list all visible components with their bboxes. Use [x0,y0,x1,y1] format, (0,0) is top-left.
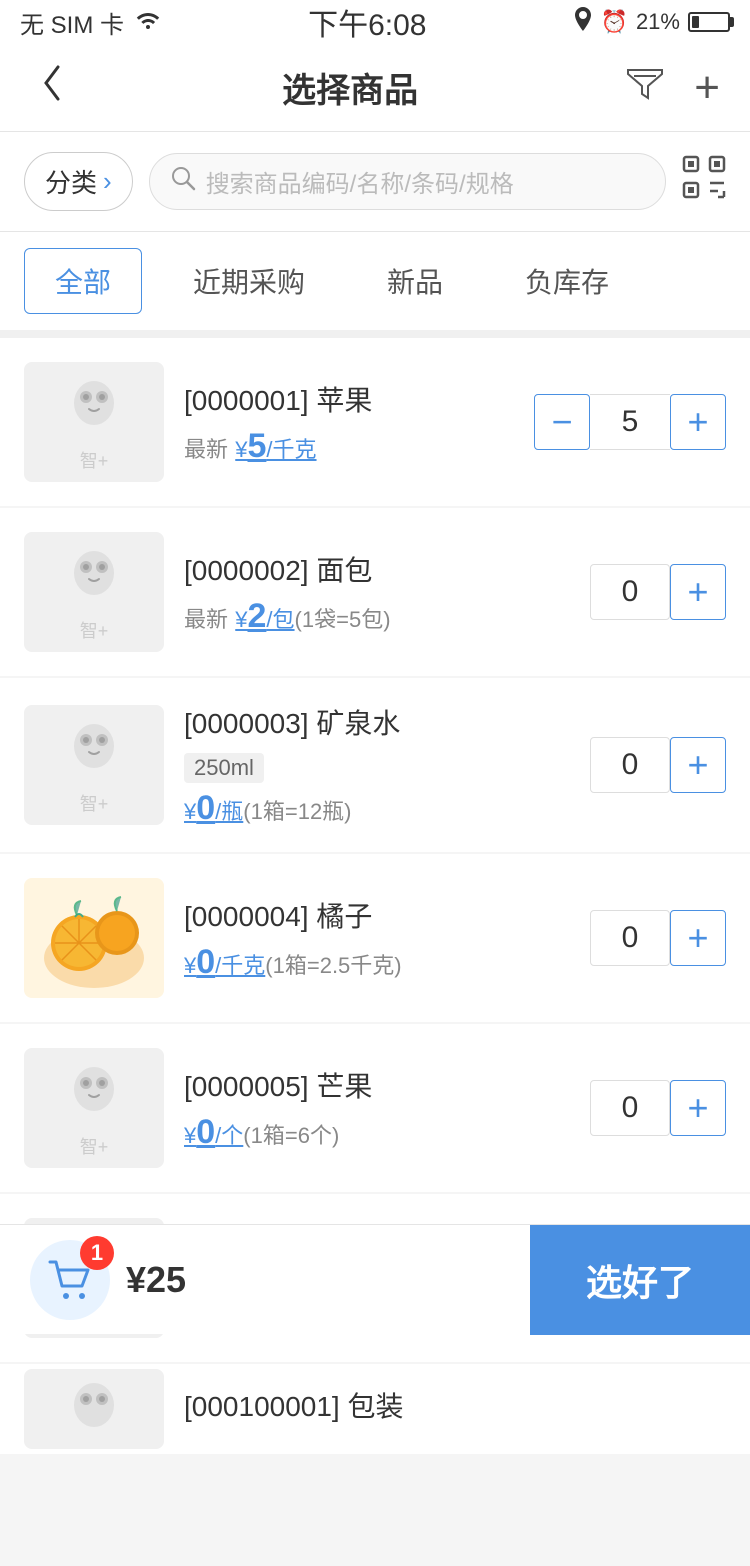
product-name: [0000005] 芒果 [184,1065,570,1105]
product-price: ¥0/个(1箱=6个) [184,1113,570,1152]
search-box[interactable]: 搜索商品编码/名称/条码/规格 [149,153,666,210]
confirm-button[interactable]: 选好了 [530,1225,750,1335]
product-price: 最新 ¥5/千克 [184,427,514,466]
carrier-label: 无 SIM 卡 [20,5,124,40]
quantity-input[interactable] [590,1080,670,1136]
product-spec: 250ml [184,753,264,783]
category-button[interactable]: 分类 › [24,152,133,211]
nav-bar: 选择商品 + [0,44,750,132]
quantity-control: + [590,910,726,966]
increase-button[interactable]: + [670,394,726,450]
owl-text: 智+ [80,447,109,473]
product-name: [0000003] 矿泉水 [184,702,570,742]
location-icon [573,7,593,37]
list-item: 智+ [0000001] 苹果 最新 ¥5/千克 − + [0,338,750,506]
quantity-control: + [590,737,726,793]
list-item: [0000004] 橘子 ¥0/千克(1箱=2.5千克) + [0,854,750,1022]
product-image-0000005: 智+ [24,1048,164,1168]
cart-section: 1 ¥25 [0,1240,530,1320]
increase-button[interactable]: + [670,564,726,620]
product-price: 最新 ¥2/包(1袋=5包) [184,597,570,636]
quantity-control: − + [534,394,726,450]
product-name: [0000002] 面包 [184,549,570,589]
scan-icon[interactable] [682,155,726,208]
product-price: ¥0/千克(1箱=2.5千克) [184,943,570,982]
increase-button[interactable]: + [670,910,726,966]
status-right: ⏰ 21% [573,7,730,37]
quantity-input[interactable] [590,564,670,620]
product-info: [0000005] 芒果 ¥0/个(1箱=6个) [184,1065,570,1152]
product-image-0000001: 智+ [24,362,164,482]
wifi-icon [134,8,162,36]
increase-button[interactable]: + [670,1080,726,1136]
owl-icon [64,1057,124,1129]
product-price: ¥0/瓶(1箱=12瓶) [184,789,570,828]
product-name: [0000001] 苹果 [184,379,514,419]
increase-button[interactable]: + [670,737,726,793]
tab-recent[interactable]: 近期采购 [162,248,336,314]
tab-all[interactable]: 全部 [24,248,142,314]
owl-icon [64,371,124,443]
owl-icon [64,541,124,613]
back-button[interactable] [30,53,74,122]
quantity-input[interactable] [590,910,670,966]
quantity-control: + [590,1080,726,1136]
cart-badge: 1 [80,1236,114,1270]
owl-icon [64,714,124,786]
bottom-bar: 1 ¥25 选好了 [0,1224,750,1334]
status-time: 下午6:08 [308,0,426,44]
category-label: 分类 [45,163,97,200]
product-info: [0000003] 矿泉水 250ml ¥0/瓶(1箱=12瓶) [184,702,570,828]
filter-row: 分类 › 搜索商品编码/名称/条码/规格 [0,132,750,232]
status-left: 无 SIM 卡 [20,5,162,40]
product-info: [0000002] 面包 最新 ¥2/包(1袋=5包) [184,549,570,636]
quantity-input[interactable] [590,737,670,793]
quantity-input[interactable] [590,394,670,450]
owl-icon [64,1373,124,1445]
product-name: [0000004] 橘子 [184,895,570,935]
battery-percent: 21% [636,9,680,35]
search-icon [170,165,196,198]
owl-text: 智+ [80,790,109,816]
list-item: 智+ [0000002] 面包 最新 ¥2/包(1袋=5包) + [0,508,750,676]
category-arrow: › [103,166,112,197]
product-image-0000004 [24,878,164,998]
owl-text: 智+ [80,1133,109,1159]
alarm-icon: ⏰ [601,9,628,35]
list-item: 智+ [0000005] 芒果 ¥0/个(1箱=6个) + [0,1024,750,1192]
product-info: [000100001] 包装 [184,1385,726,1433]
product-image-0000002: 智+ [24,532,164,652]
tab-negative-stock[interactable]: 负库存 [494,248,640,314]
list-item: [000100001] 包装 [0,1364,750,1454]
product-info: [0000001] 苹果 最新 ¥5/千克 [184,379,514,466]
product-info: [0000004] 橘子 ¥0/千克(1箱=2.5千克) [184,895,570,982]
tab-row: 全部 近期采购 新品 负库存 [0,232,750,338]
product-name: [000100001] 包装 [184,1385,726,1425]
product-image-partial [24,1369,164,1449]
owl-text: 智+ [80,617,109,643]
product-image-0000003: 智+ [24,705,164,825]
decrease-button[interactable]: − [534,394,590,450]
add-icon[interactable]: + [694,63,720,113]
search-placeholder: 搜索商品编码/名称/条码/规格 [206,164,514,199]
cart-button[interactable]: 1 [30,1240,110,1320]
page-title: 选择商品 [282,63,418,112]
status-bar: 无 SIM 卡 下午6:08 ⏰ 21% [0,0,750,44]
filter-icon[interactable] [626,66,664,109]
tab-new[interactable]: 新品 [356,248,474,314]
nav-actions: + [626,63,720,113]
quantity-control: + [590,564,726,620]
battery-icon [688,12,730,32]
list-item: 智+ [0000003] 矿泉水 250ml ¥0/瓶(1箱=12瓶) + [0,678,750,852]
cart-total: ¥25 [126,1259,186,1301]
